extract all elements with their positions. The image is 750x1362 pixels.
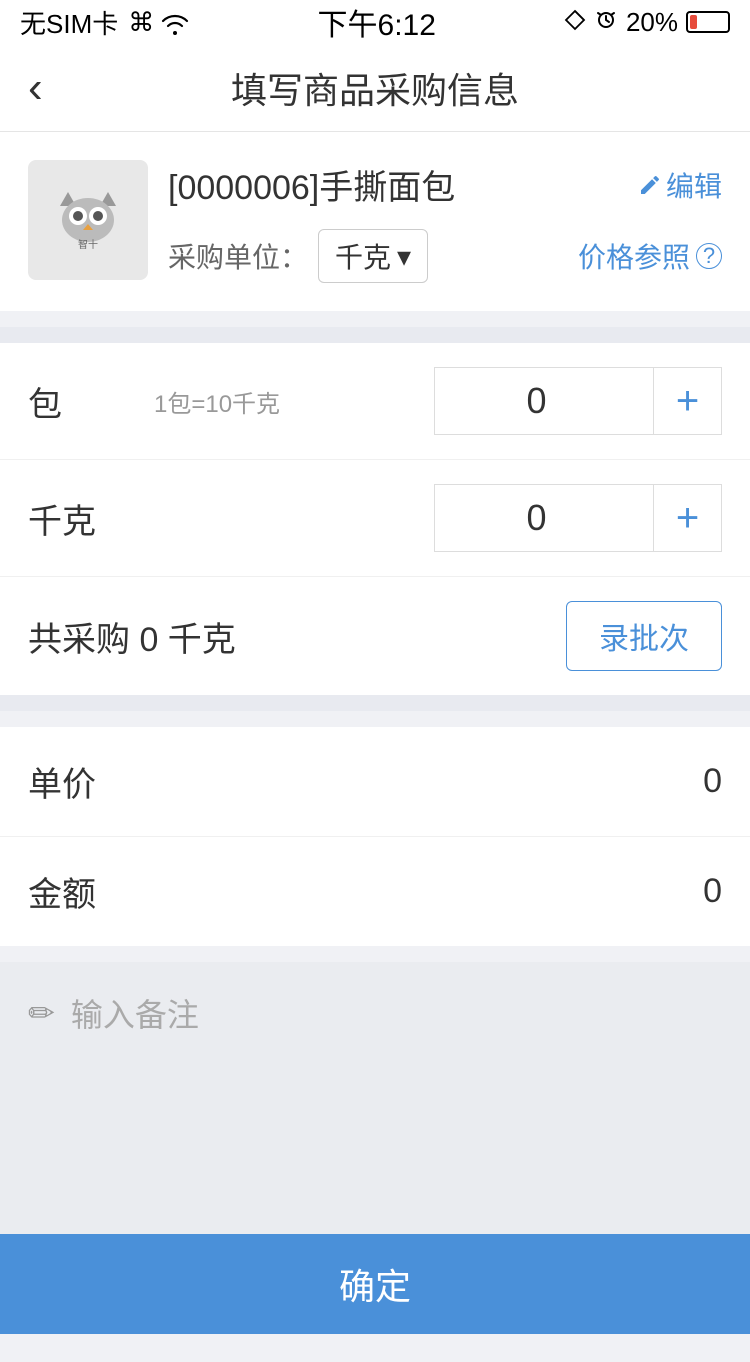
svg-text:智十: 智十 xyxy=(78,238,98,251)
record-batch-button[interactable]: 录批次 xyxy=(566,601,722,671)
amount-row: 金额 0 xyxy=(0,837,750,946)
bao-sub-label: 1包=10千克 xyxy=(154,384,280,419)
confirm-button[interactable]: 确定 xyxy=(0,1234,750,1334)
note-section[interactable]: ✏ 输入备注 xyxy=(0,962,750,1262)
back-button[interactable]: ‹ xyxy=(28,66,43,110)
amount-label: 金额 xyxy=(28,867,96,916)
unit-dropdown[interactable]: 千克 ▾ xyxy=(318,229,428,283)
product-card: 智十 [0000006]手撕面包 编辑 采购单位： 千克 ▾ 价格参照 xyxy=(0,132,750,311)
product-info: [0000006]手撕面包 编辑 采购单位： 千克 ▾ 价格参照 ? xyxy=(168,160,722,283)
unit-price-value: 0 xyxy=(703,762,722,801)
section-divider-2 xyxy=(0,695,750,711)
kg-input-control: + xyxy=(434,484,722,552)
kg-row: 千克 + xyxy=(0,460,750,577)
status-bar: 无SIM卡 ⌘ 下午6:12 20% xyxy=(0,0,750,44)
note-placeholder: 输入备注 xyxy=(71,990,199,1036)
kg-plus-button[interactable]: + xyxy=(654,484,722,552)
price-reference-button[interactable]: 价格参照 ? xyxy=(578,236,722,276)
unit-price-label: 单价 xyxy=(28,757,96,806)
battery-icon xyxy=(686,11,730,33)
edit-button[interactable]: 编辑 xyxy=(638,165,722,205)
summary-row: 共采购 0 千克 录批次 xyxy=(0,577,750,695)
price-section: 单价 0 金额 0 xyxy=(0,727,750,946)
purchase-unit-left: 采购单位： 千克 ▾ xyxy=(168,229,428,283)
status-time: 下午6:12 xyxy=(318,0,436,44)
status-left: 无SIM卡 ⌘ xyxy=(20,4,189,41)
unit-price-row: 单价 0 xyxy=(0,727,750,837)
purchase-unit-label: 采购单位： xyxy=(168,236,308,276)
status-right: 20% xyxy=(564,7,730,38)
confirm-button-label: 确定 xyxy=(339,1258,411,1310)
bao-label: 包 xyxy=(28,377,148,426)
bao-input-control: + xyxy=(434,367,722,435)
product-image: 智十 xyxy=(28,160,148,280)
product-logo: 智十 xyxy=(48,174,128,266)
battery-percent: 20% xyxy=(626,7,678,38)
alarm-icon xyxy=(594,7,618,38)
product-name: [0000006]手撕面包 xyxy=(168,160,455,209)
kg-input[interactable] xyxy=(434,484,654,552)
section-divider-1 xyxy=(0,327,750,343)
quantity-section: 包 1包=10千克 + 千克 + xyxy=(0,343,750,577)
kg-label: 千克 xyxy=(28,494,148,543)
page-title: 填写商品采购信息 xyxy=(231,62,519,114)
bao-row: 包 1包=10千克 + xyxy=(0,343,750,460)
bao-plus-button[interactable]: + xyxy=(654,367,722,435)
amount-value: 0 xyxy=(703,872,722,911)
note-icon: ✏ xyxy=(28,994,55,1032)
summary-text: 共采购 0 千克 xyxy=(28,612,236,661)
location-icon xyxy=(564,7,586,38)
bao-input[interactable] xyxy=(434,367,654,435)
wifi-icon: ⌘ xyxy=(128,7,189,38)
carrier-text: 无SIM卡 xyxy=(20,4,118,41)
nav-bar: ‹ 填写商品采购信息 xyxy=(0,44,750,132)
